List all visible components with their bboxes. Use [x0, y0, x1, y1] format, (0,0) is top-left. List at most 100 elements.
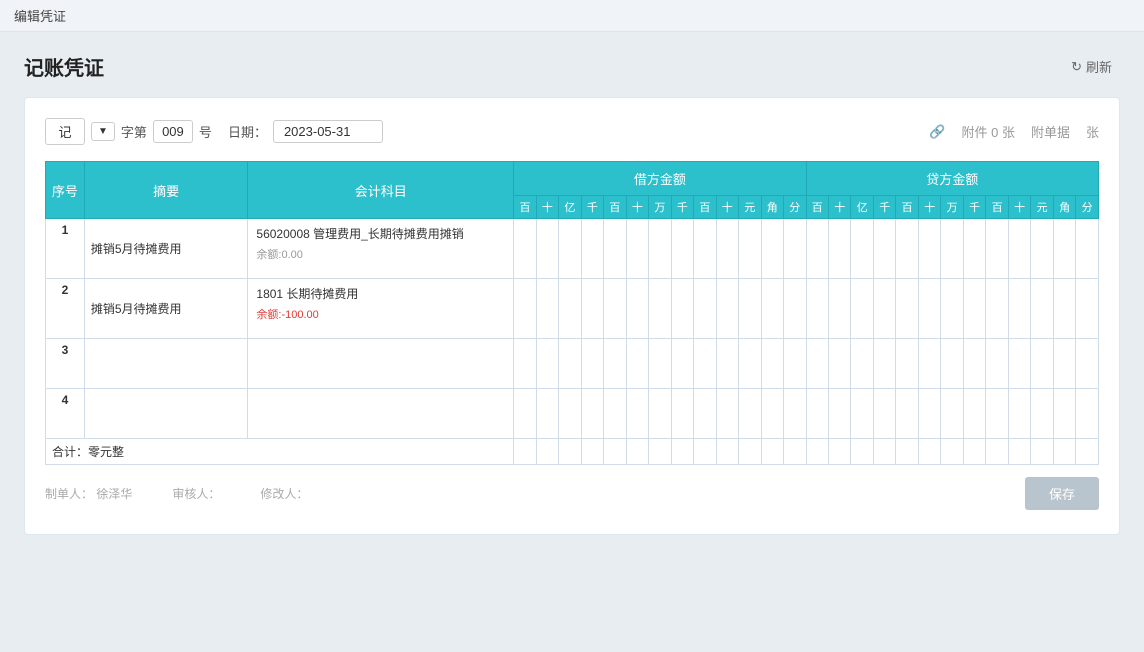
refresh-button[interactable]: ↻ 刷新 — [1063, 53, 1120, 80]
credit-digit-r4-c11[interactable] — [1031, 389, 1053, 439]
credit-digit-r3-c12[interactable] — [1053, 339, 1075, 389]
debit-digit-r1-c11[interactable] — [739, 219, 761, 279]
credit-digit-r4-c4[interactable] — [873, 389, 895, 439]
credit-digit-r4-c13[interactable] — [1076, 389, 1099, 439]
debit-digit-r2-c13[interactable] — [784, 279, 806, 339]
credit-digit-r1-c1[interactable] — [806, 219, 828, 279]
debit-digit-r4-c3[interactable] — [559, 389, 581, 439]
credit-digit-r2-c2[interactable] — [828, 279, 850, 339]
debit-digit-r4-c1[interactable] — [514, 389, 536, 439]
debit-digit-r4-c9[interactable] — [694, 389, 716, 439]
table-row[interactable]: 2摊销5月待摊费用1801 长期待摊费用余额:-100.00 — [46, 279, 1099, 339]
credit-digit-r4-c6[interactable] — [918, 389, 940, 439]
credit-digit-r1-c12[interactable] — [1053, 219, 1075, 279]
debit-digit-r1-c9[interactable] — [694, 219, 716, 279]
row-summary-4[interactable] — [84, 389, 248, 439]
debit-digit-r1-c2[interactable] — [536, 219, 558, 279]
debit-digit-r1-c4[interactable] — [581, 219, 603, 279]
credit-digit-r3-c6[interactable] — [918, 339, 940, 389]
credit-digit-r1-c10[interactable] — [1008, 219, 1030, 279]
credit-digit-r2-c6[interactable] — [918, 279, 940, 339]
debit-digit-r3-c6[interactable] — [626, 339, 648, 389]
credit-digit-r3-c11[interactable] — [1031, 339, 1053, 389]
debit-digit-r3-c5[interactable] — [604, 339, 626, 389]
credit-digit-r1-c7[interactable] — [941, 219, 963, 279]
debit-digit-r2-c8[interactable] — [671, 279, 693, 339]
voucher-number-value[interactable]: 009 — [153, 120, 193, 143]
credit-digit-r2-c8[interactable] — [963, 279, 985, 339]
voucher-type-value[interactable]: 记 — [45, 118, 85, 145]
debit-digit-r4-c11[interactable] — [739, 389, 761, 439]
debit-digit-r2-c9[interactable] — [694, 279, 716, 339]
credit-digit-r2-c7[interactable] — [941, 279, 963, 339]
credit-digit-r3-c3[interactable] — [851, 339, 873, 389]
credit-digit-r1-c9[interactable] — [986, 219, 1008, 279]
debit-digit-r4-c12[interactable] — [761, 389, 783, 439]
debit-digit-r3-c4[interactable] — [581, 339, 603, 389]
debit-digit-r1-c1[interactable] — [514, 219, 536, 279]
debit-digit-r3-c8[interactable] — [671, 339, 693, 389]
debit-digit-r2-c11[interactable] — [739, 279, 761, 339]
credit-digit-r1-c8[interactable] — [963, 219, 985, 279]
debit-digit-r4-c6[interactable] — [626, 389, 648, 439]
debit-digit-r2-c3[interactable] — [559, 279, 581, 339]
debit-digit-r4-c13[interactable] — [784, 389, 806, 439]
credit-digit-r4-c10[interactable] — [1008, 389, 1030, 439]
debit-digit-r3-c7[interactable] — [649, 339, 671, 389]
debit-digit-r2-c12[interactable] — [761, 279, 783, 339]
debit-digit-r3-c11[interactable] — [739, 339, 761, 389]
debit-digit-r4-c2[interactable] — [536, 389, 558, 439]
debit-digit-r4-c4[interactable] — [581, 389, 603, 439]
credit-digit-r2-c9[interactable] — [986, 279, 1008, 339]
credit-digit-r3-c7[interactable] — [941, 339, 963, 389]
debit-digit-r2-c2[interactable] — [536, 279, 558, 339]
credit-digit-r4-c12[interactable] — [1053, 389, 1075, 439]
credit-digit-r1-c4[interactable] — [873, 219, 895, 279]
debit-digit-r4-c5[interactable] — [604, 389, 626, 439]
date-value[interactable]: 2023-05-31 — [273, 120, 383, 143]
debit-digit-r1-c13[interactable] — [784, 219, 806, 279]
voucher-type-dropdown[interactable]: ▼ — [91, 122, 115, 141]
debit-digit-r2-c6[interactable] — [626, 279, 648, 339]
debit-digit-r1-c8[interactable] — [671, 219, 693, 279]
credit-digit-r4-c5[interactable] — [896, 389, 918, 439]
credit-digit-r1-c3[interactable] — [851, 219, 873, 279]
credit-digit-r4-c2[interactable] — [828, 389, 850, 439]
row-account-1[interactable]: 56020008 管理费用_长期待摊费用摊销余额:0.00 — [248, 219, 514, 279]
credit-digit-r3-c9[interactable] — [986, 339, 1008, 389]
row-summary-1[interactable]: 摊销5月待摊费用 — [84, 219, 248, 279]
debit-digit-r1-c5[interactable] — [604, 219, 626, 279]
credit-digit-r4-c9[interactable] — [986, 389, 1008, 439]
credit-digit-r2-c11[interactable] — [1031, 279, 1053, 339]
debit-digit-r1-c7[interactable] — [649, 219, 671, 279]
row-account-3[interactable] — [248, 339, 514, 389]
table-row[interactable]: 1摊销5月待摊费用56020008 管理费用_长期待摊费用摊销余额:0.00 — [46, 219, 1099, 279]
credit-digit-r1-c13[interactable] — [1076, 219, 1099, 279]
credit-digit-r3-c13[interactable] — [1076, 339, 1099, 389]
debit-digit-r3-c2[interactable] — [536, 339, 558, 389]
debit-digit-r2-c5[interactable] — [604, 279, 626, 339]
credit-digit-r2-c3[interactable] — [851, 279, 873, 339]
debit-digit-r1-c12[interactable] — [761, 219, 783, 279]
credit-digit-r3-c10[interactable] — [1008, 339, 1030, 389]
row-account-4[interactable] — [248, 389, 514, 439]
save-button[interactable]: 保存 — [1025, 477, 1099, 510]
debit-digit-r1-c3[interactable] — [559, 219, 581, 279]
credit-digit-r2-c10[interactable] — [1008, 279, 1030, 339]
attach-single-label[interactable]: 附单据 — [1031, 122, 1070, 141]
credit-digit-r2-c4[interactable] — [873, 279, 895, 339]
credit-digit-r4-c8[interactable] — [963, 389, 985, 439]
credit-digit-r1-c11[interactable] — [1031, 219, 1053, 279]
credit-digit-r1-c2[interactable] — [828, 219, 850, 279]
table-row[interactable]: 4 — [46, 389, 1099, 439]
credit-digit-r2-c1[interactable] — [806, 279, 828, 339]
row-account-2[interactable]: 1801 长期待摊费用余额:-100.00 — [248, 279, 514, 339]
debit-digit-r2-c10[interactable] — [716, 279, 738, 339]
debit-digit-r3-c9[interactable] — [694, 339, 716, 389]
credit-digit-r3-c8[interactable] — [963, 339, 985, 389]
debit-digit-r2-c4[interactable] — [581, 279, 603, 339]
attach-count-label[interactable]: 附件 0 张 — [962, 122, 1015, 141]
credit-digit-r4-c1[interactable] — [806, 389, 828, 439]
debit-digit-r3-c1[interactable] — [514, 339, 536, 389]
debit-digit-r4-c7[interactable] — [649, 389, 671, 439]
